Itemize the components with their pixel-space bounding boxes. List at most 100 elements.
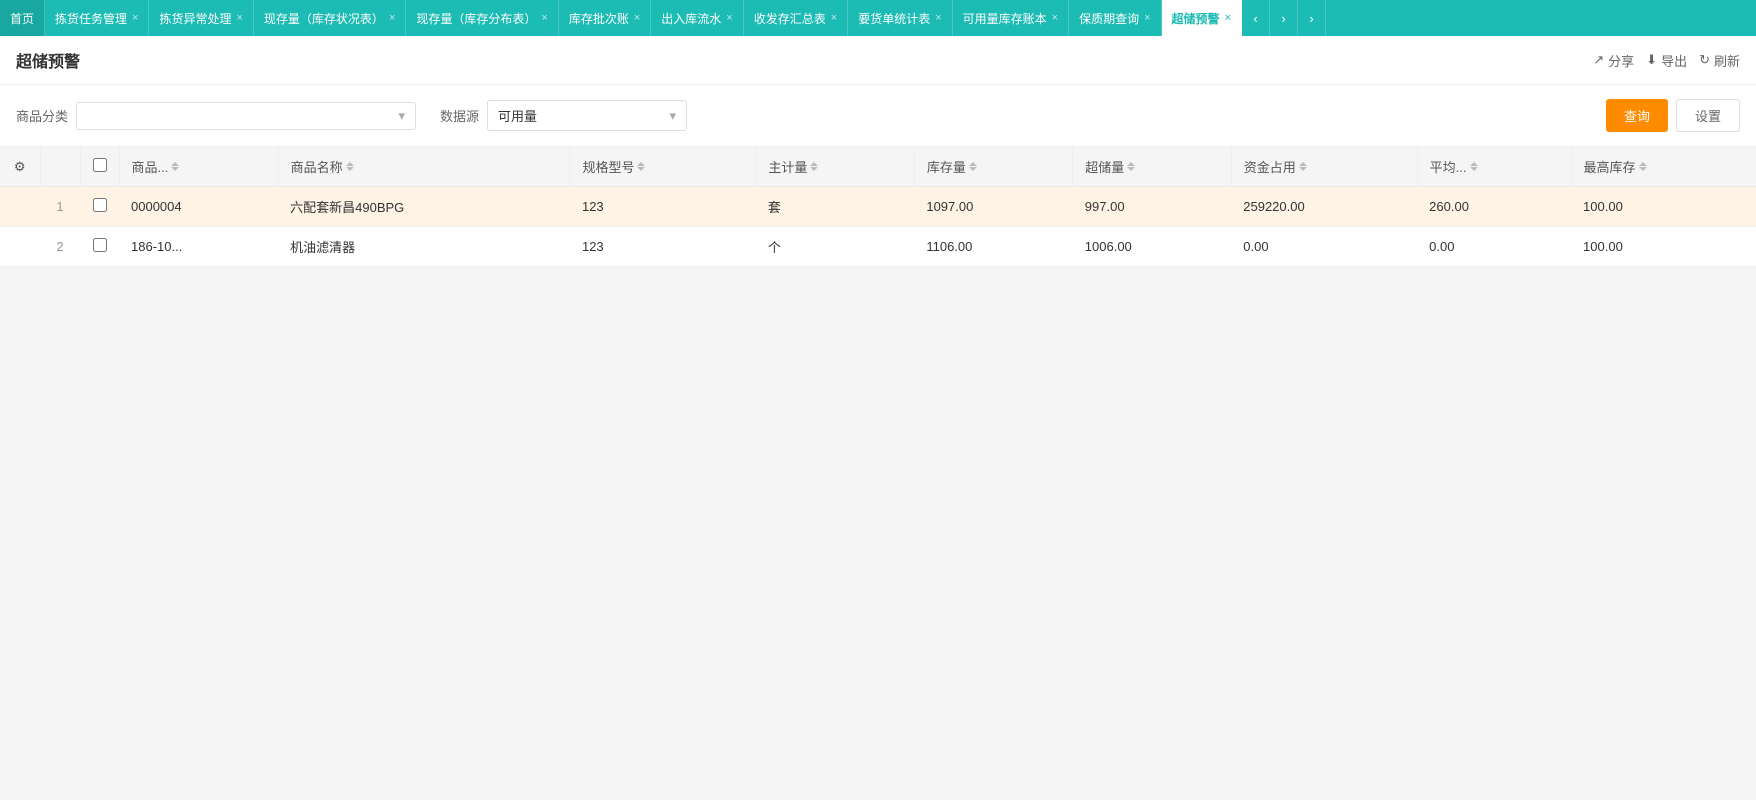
export-button[interactable]: ⬇ 导出	[1646, 51, 1687, 70]
th-spec[interactable]: 规格型号	[570, 147, 756, 187]
page-title: 超储预警	[16, 48, 80, 72]
nav-abnormal[interactable]: 拣货异常处理 ×	[149, 0, 253, 36]
row-avg: 0.00	[1417, 227, 1571, 267]
datasource-select[interactable]: 可用量 ▾	[487, 100, 687, 131]
close-icon[interactable]: ×	[236, 12, 242, 24]
chevron-down-icon: ▾	[670, 108, 677, 124]
header-actions: ↗ 分享 ⬇ 导出 ↻ 刷新	[1593, 51, 1740, 70]
nav-available-account[interactable]: 可用量库存账本 ×	[953, 0, 1069, 36]
export-icon: ⬇	[1646, 52, 1657, 68]
row-gear	[0, 187, 40, 227]
row-product-code: 186-10...	[119, 227, 278, 267]
share-button[interactable]: ↗ 分享	[1593, 51, 1634, 70]
overstock-table: ⚙ 商品...	[0, 147, 1756, 267]
sort-icon	[1639, 162, 1647, 171]
row-capital: 0.00	[1231, 227, 1417, 267]
sort-icon	[1299, 162, 1307, 171]
refresh-button[interactable]: ↻ 刷新	[1699, 51, 1740, 70]
category-label: 商品分类	[16, 106, 68, 125]
row-checkbox-cell[interactable]	[80, 227, 119, 267]
filter-actions: 查询 设置	[1606, 99, 1740, 132]
close-icon[interactable]: ×	[132, 12, 138, 24]
row-checkbox[interactable]	[93, 238, 107, 252]
settings-button[interactable]: 设置	[1676, 99, 1740, 132]
sort-icon	[969, 162, 977, 171]
row-spec: 123	[570, 227, 756, 267]
sort-icon	[171, 162, 179, 171]
row-unit: 个	[756, 227, 914, 267]
row-avg: 260.00	[1417, 187, 1571, 227]
row-checkbox-cell[interactable]	[80, 187, 119, 227]
close-icon[interactable]: ×	[1052, 12, 1058, 24]
th-unit[interactable]: 主计量	[756, 147, 914, 187]
row-overstock: 997.00	[1073, 187, 1231, 227]
datasource-filter: 数据源 可用量 ▾	[440, 100, 687, 131]
nav-batch[interactable]: 库存批次账 ×	[559, 0, 651, 36]
nav-prev-arrow[interactable]: ‹	[1242, 0, 1270, 36]
nav-home[interactable]: 首页	[0, 0, 45, 36]
row-capital: 259220.00	[1231, 187, 1417, 227]
th-stock[interactable]: 库存量	[914, 147, 1072, 187]
th-product-code[interactable]: 商品...	[119, 147, 278, 187]
gear-icon[interactable]: ⚙	[14, 159, 26, 174]
nav-inventory-dist[interactable]: 现存量（库存分布表） ×	[406, 0, 558, 36]
th-num	[40, 147, 80, 187]
sort-icon	[1470, 162, 1478, 171]
datasource-select-value: 可用量	[498, 106, 537, 125]
row-product-name: 六配套新昌490BPG	[278, 187, 570, 227]
row-unit: 套	[756, 187, 914, 227]
chevron-down-icon: ▾	[398, 108, 405, 124]
table-row: 2 186-10... 机油滤清器 123 个 1106.00 1006.00 …	[0, 227, 1756, 267]
nav-expiry[interactable]: 保质期查询 ×	[1069, 0, 1161, 36]
close-icon[interactable]: ×	[1144, 12, 1150, 24]
close-icon[interactable]: ×	[935, 12, 941, 24]
th-settings[interactable]: ⚙	[0, 147, 40, 187]
page-container: 超储预警 ↗ 分享 ⬇ 导出 ↻ 刷新 商品分类 ▾ 数据源	[0, 36, 1756, 267]
table-body: 1 0000004 六配套新昌490BPG 123 套 1097.00 997.…	[0, 187, 1756, 267]
row-gear	[0, 227, 40, 267]
sort-icon	[810, 162, 818, 171]
category-select[interactable]: ▾	[76, 102, 416, 130]
row-checkbox[interactable]	[93, 198, 107, 212]
sort-icon	[346, 162, 354, 171]
page-header: 超储预警 ↗ 分享 ⬇ 导出 ↻ 刷新	[0, 36, 1756, 85]
th-checkbox[interactable]	[80, 147, 119, 187]
table-wrapper: ⚙ 商品...	[0, 147, 1756, 267]
th-avg[interactable]: 平均...	[1417, 147, 1571, 187]
nav-inout-flow[interactable]: 出入库流水 ×	[651, 0, 743, 36]
th-overstock[interactable]: 超储量	[1073, 147, 1231, 187]
nav-overstock-warning[interactable]: 超储预警 ×	[1162, 0, 1242, 36]
close-icon[interactable]: ×	[1225, 12, 1231, 24]
close-icon[interactable]: ×	[831, 12, 837, 24]
sort-icon	[1127, 162, 1135, 171]
nav-inventory-status[interactable]: 现存量（库存状况表） ×	[254, 0, 406, 36]
nav-order-stats[interactable]: 要货单统计表 ×	[848, 0, 952, 36]
nav-collect-summary[interactable]: 收发存汇总表 ×	[744, 0, 848, 36]
nav-more-arrow[interactable]: ›	[1298, 0, 1326, 36]
th-product-name[interactable]: 商品名称	[278, 147, 570, 187]
nav-next-arrow[interactable]: ›	[1270, 0, 1298, 36]
query-button[interactable]: 查询	[1606, 99, 1668, 132]
row-product-code: 0000004	[119, 187, 278, 227]
row-spec: 123	[570, 187, 756, 227]
row-overstock: 1006.00	[1073, 227, 1231, 267]
datasource-label: 数据源	[440, 106, 479, 125]
table-header-row: ⚙ 商品...	[0, 147, 1756, 187]
row-num: 1	[40, 187, 80, 227]
table-row: 1 0000004 六配套新昌490BPG 123 套 1097.00 997.…	[0, 187, 1756, 227]
th-max-stock[interactable]: 最高库存	[1571, 147, 1756, 187]
close-icon[interactable]: ×	[541, 12, 547, 24]
row-max-stock: 100.00	[1571, 187, 1756, 227]
th-capital[interactable]: 资金占用	[1231, 147, 1417, 187]
close-icon[interactable]: ×	[634, 12, 640, 24]
sort-icon	[637, 162, 645, 171]
close-icon[interactable]: ×	[389, 12, 395, 24]
nav-task-mgmt[interactable]: 拣货任务管理 ×	[45, 0, 149, 36]
filter-area: 商品分类 ▾ 数据源 可用量 ▾ 查询 设置	[0, 85, 1756, 147]
row-product-name: 机油滤清器	[278, 227, 570, 267]
category-filter: 商品分类 ▾	[16, 102, 416, 130]
row-stock: 1097.00	[914, 187, 1072, 227]
category-select-value	[87, 108, 91, 123]
select-all-checkbox[interactable]	[93, 158, 107, 172]
close-icon[interactable]: ×	[726, 12, 732, 24]
